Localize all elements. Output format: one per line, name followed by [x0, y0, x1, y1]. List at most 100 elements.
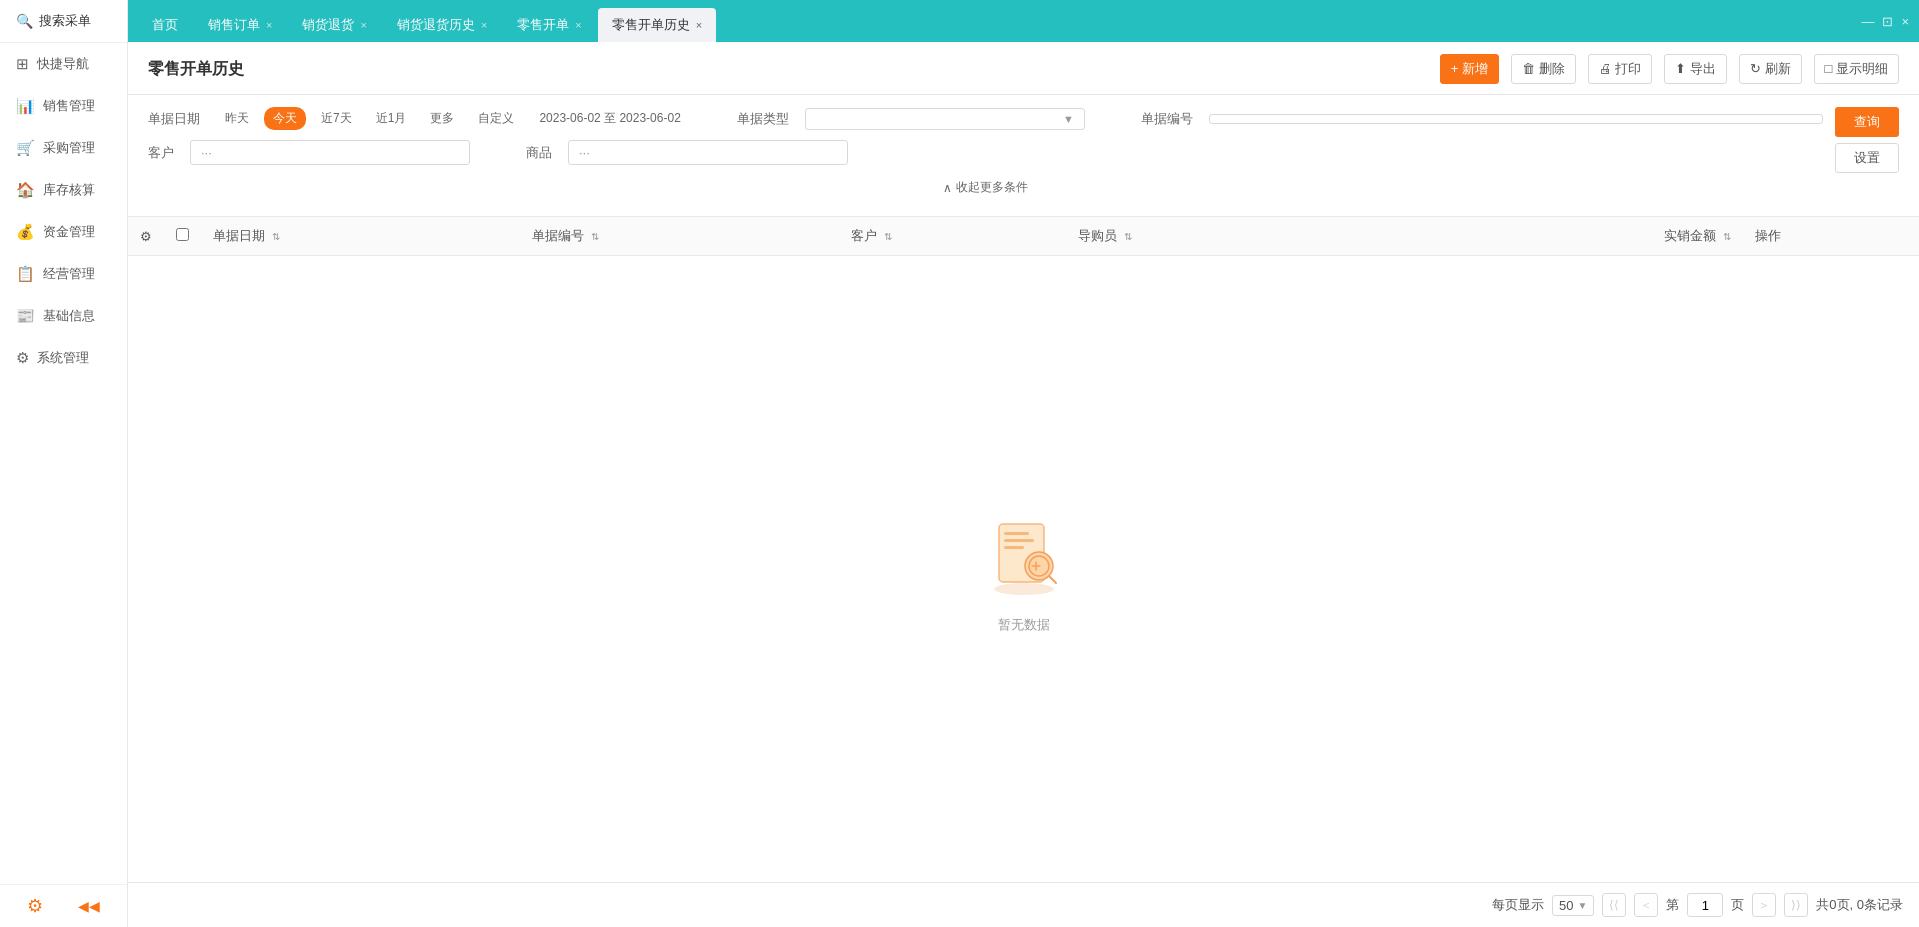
sidebar-item-inventory[interactable]: 🏠 库存核算: [0, 169, 127, 211]
per-page-label: 每页显示: [1492, 896, 1544, 914]
sidebar-nav: ⊞ 快捷导航 📊 销售管理 🛒 采购管理 🏠 库存核算 💰 资金管理 📋 经营管…: [0, 43, 127, 884]
tab-retail-open-history[interactable]: 零售开单历史 ×: [598, 8, 716, 42]
th-amount-label: 实销金额: [1664, 228, 1716, 243]
export-button[interactable]: ⬆ 导出: [1664, 54, 1727, 84]
tab-home-label: 首页: [152, 16, 178, 34]
add-button[interactable]: + 新增: [1440, 54, 1499, 84]
sidebar-item-finance[interactable]: 💰 资金管理: [0, 211, 127, 253]
query-button[interactable]: 查询: [1835, 107, 1899, 137]
sidebar-item-purchase-mgmt[interactable]: 🛒 采购管理: [0, 127, 127, 169]
search-label: 搜索采单: [39, 12, 91, 30]
page-first-btn[interactable]: ⟨⟨: [1602, 893, 1626, 917]
column-settings-icon[interactable]: ⚙: [140, 229, 152, 244]
footer-collapse-icon[interactable]: ◀◀: [78, 898, 100, 914]
sidebar-item-sales-mgmt[interactable]: 📊 销售管理: [0, 85, 127, 127]
tab-sales-order[interactable]: 销售订单 ×: [194, 8, 286, 42]
filter-settings-button[interactable]: 设置: [1835, 143, 1899, 173]
guide-sort-icon[interactable]: ⇅: [1124, 231, 1132, 242]
tab-sales-return[interactable]: 销货退货 ×: [288, 8, 380, 42]
per-page-select[interactable]: 50 ▼: [1552, 895, 1594, 916]
goods-placeholder: ···: [579, 145, 590, 160]
data-table: ⚙ 单据日期 ⇅ 单据编号 ⇅ 客户 ⇅: [128, 217, 1919, 256]
svg-rect-3: [1004, 539, 1034, 542]
tab-home[interactable]: 首页: [138, 8, 192, 42]
close-btn[interactable]: ×: [1901, 14, 1909, 29]
search-icon: 🔍: [16, 13, 33, 29]
th-action-label: 操作: [1755, 228, 1781, 243]
th-number: 单据编号 ⇅: [520, 217, 839, 256]
filter-row-2: 客户 ··· 商品 ···: [148, 140, 1823, 165]
goods-filter-label: 商品: [526, 144, 552, 162]
customer-sort-icon[interactable]: ⇅: [884, 231, 892, 242]
purchase-mgmt-icon: 🛒: [16, 139, 35, 157]
sidebar-footer: ⚙ ◀◀: [0, 884, 127, 927]
table-header-row: ⚙ 单据日期 ⇅ 单据编号 ⇅ 客户 ⇅: [128, 217, 1919, 256]
sidebar-item-operations[interactable]: 📋 经营管理: [0, 253, 127, 295]
empty-text: 暂无数据: [998, 616, 1050, 634]
tab-retail-open-label: 零售开单: [517, 16, 569, 34]
action-buttons: 查询 设置: [1835, 107, 1899, 173]
quick-nav-icon: ⊞: [16, 55, 29, 73]
date-btn-custom[interactable]: 自定义: [469, 107, 523, 130]
tab-sales-return-label: 销货退货: [302, 16, 354, 34]
tab-retail-open[interactable]: 零售开单 ×: [503, 8, 595, 42]
date-btn-1month[interactable]: 近1月: [367, 107, 416, 130]
svg-rect-4: [1004, 546, 1024, 549]
tab-retail-open-close[interactable]: ×: [575, 19, 581, 31]
date-sort-icon[interactable]: ⇅: [272, 231, 280, 242]
refresh-button[interactable]: ↻ 刷新: [1739, 54, 1802, 84]
th-action: 操作: [1743, 217, 1919, 256]
number-filter-input[interactable]: [1209, 114, 1823, 124]
base-info-icon: 📰: [16, 307, 35, 325]
empty-state: 暂无数据: [128, 256, 1919, 882]
collapse-label: 收起更多条件: [956, 179, 1028, 196]
amount-sort-icon[interactable]: ⇅: [1723, 231, 1731, 242]
sidebar-item-quick-nav[interactable]: ⊞ 快捷导航: [0, 43, 127, 85]
th-guide-label: 导购员: [1078, 228, 1117, 243]
sidebar-item-sys-mgmt[interactable]: ⚙ 系统管理: [0, 337, 127, 379]
page-next-btn[interactable]: ＞: [1752, 893, 1776, 917]
customer-filter-input[interactable]: ···: [190, 140, 470, 165]
date-btn-more[interactable]: 更多: [421, 107, 463, 130]
delete-button[interactable]: 🗑 删除: [1511, 54, 1576, 84]
tab-sales-return-close[interactable]: ×: [360, 19, 366, 31]
collapse-icon: ∧: [943, 181, 952, 195]
th-checkbox: [164, 217, 201, 256]
tab-sales-return-history[interactable]: 销货退货历史 ×: [383, 8, 501, 42]
page-last-btn[interactable]: ⟩⟩: [1784, 893, 1808, 917]
restore-btn[interactable]: ⊡: [1882, 14, 1893, 29]
filter-fields: 单据日期 昨天 今天 近7天 近1月 更多 自定义 2023-06-02 至 2…: [148, 107, 1823, 204]
date-filter-label: 单据日期: [148, 110, 200, 128]
sales-mgmt-icon: 📊: [16, 97, 35, 115]
page-title-row: 零售开单历史 + 新增 🗑 删除 🖨 打印 ⬆ 导出 ↻ 刷新 □ 显示明细: [148, 54, 1899, 84]
inventory-icon: 🏠: [16, 181, 35, 199]
tab-sales-return-history-close[interactable]: ×: [481, 19, 487, 31]
goods-filter-input[interactable]: ···: [568, 140, 848, 165]
type-filter-select[interactable]: ▼: [805, 108, 1085, 130]
date-btn-yesterday[interactable]: 昨天: [216, 107, 258, 130]
select-all-checkbox[interactable]: [176, 228, 189, 241]
date-btn-today[interactable]: 今天: [264, 107, 306, 130]
th-customer-label: 客户: [851, 228, 877, 243]
number-filter-label: 单据编号: [1141, 110, 1193, 128]
total-records: 共0页, 0条记录: [1816, 896, 1903, 914]
collapse-row[interactable]: ∧ 收起更多条件: [148, 175, 1823, 204]
footer-settings-icon[interactable]: ⚙: [27, 895, 43, 917]
per-page-arrow: ▼: [1577, 900, 1587, 911]
search-entry[interactable]: 🔍 搜索采单: [0, 0, 127, 43]
tab-sales-return-history-label: 销货退货历史: [397, 16, 475, 34]
number-sort-icon[interactable]: ⇅: [591, 231, 599, 242]
sidebar-item-base-info[interactable]: 📰 基础信息: [0, 295, 127, 337]
th-spacer: [1340, 217, 1424, 256]
print-button[interactable]: 🖨 打印: [1588, 54, 1653, 84]
show-detail-button[interactable]: □ 显示明细: [1814, 54, 1899, 84]
page-number-input[interactable]: [1687, 893, 1723, 917]
tab-sales-order-close[interactable]: ×: [266, 19, 272, 31]
tab-retail-open-history-close[interactable]: ×: [696, 19, 702, 31]
th-date-label: 单据日期: [213, 228, 265, 243]
tab-retail-open-history-label: 零售开单历史: [612, 16, 690, 34]
minimize-btn[interactable]: —: [1861, 14, 1874, 29]
page-prev-btn[interactable]: ＜: [1634, 893, 1658, 917]
svg-point-0: [994, 583, 1054, 595]
date-btn-7days[interactable]: 近7天: [312, 107, 361, 130]
